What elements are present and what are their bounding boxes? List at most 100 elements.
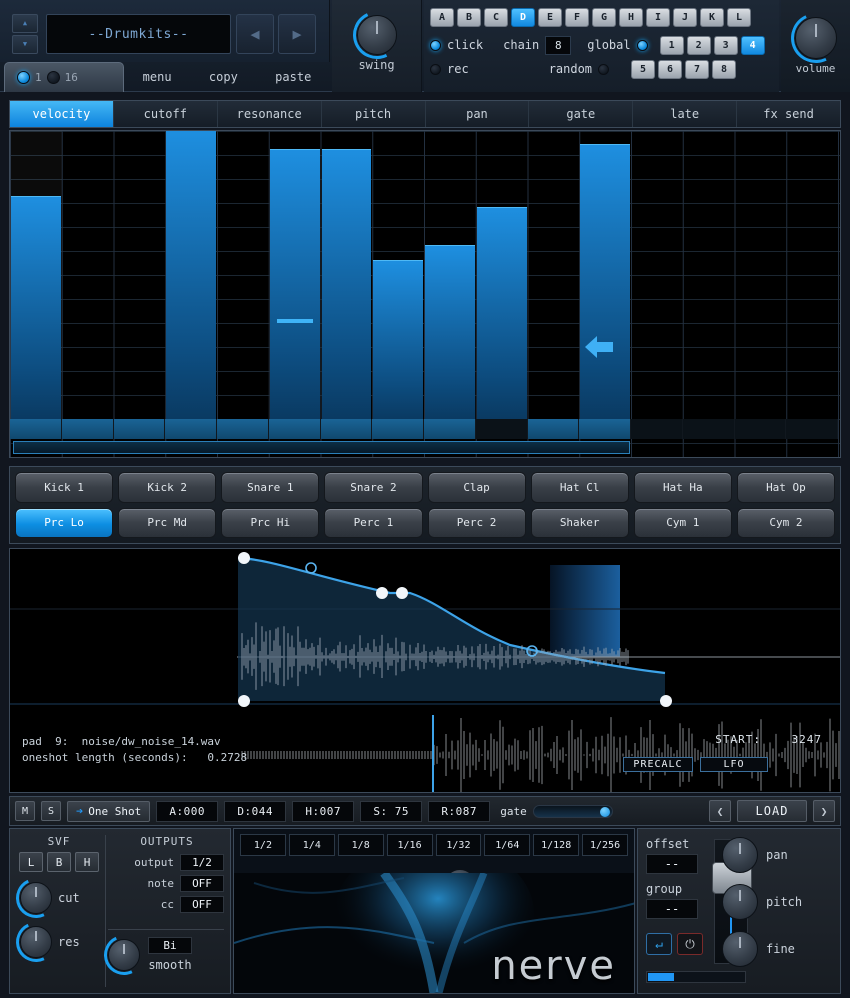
- step-cell-1[interactable]: [10, 131, 62, 419]
- step-cell-4[interactable]: [165, 131, 217, 419]
- paste-button[interactable]: paste: [275, 70, 311, 84]
- bank-button-c[interactable]: C: [484, 8, 508, 27]
- step-toggle-8[interactable]: [372, 419, 424, 439]
- step-toggle-13[interactable]: [631, 419, 683, 439]
- mode-led-16[interactable]: [46, 71, 60, 84]
- pattern-button-8[interactable]: 8: [712, 59, 737, 79]
- pitch-knob[interactable]: [722, 884, 758, 920]
- tab-fx-send[interactable]: fx send: [737, 101, 840, 127]
- pattern-button-1[interactable]: 1: [659, 35, 684, 55]
- step-toggle-14[interactable]: [682, 419, 735, 439]
- pattern-button-5[interactable]: 5: [631, 59, 656, 79]
- tab-gate[interactable]: gate: [529, 101, 634, 127]
- pattern-button-6[interactable]: 6: [658, 59, 683, 79]
- pattern-mode-tab[interactable]: 1 16: [4, 62, 124, 92]
- menu-button[interactable]: menu: [143, 70, 172, 84]
- cut-knob[interactable]: [10, 872, 62, 924]
- step-toggle-16[interactable]: [786, 419, 838, 439]
- bank-button-i[interactable]: I: [646, 8, 670, 27]
- step-cell-9[interactable]: [424, 131, 476, 419]
- division-1-2[interactable]: 1/2: [240, 834, 286, 856]
- step-bar[interactable]: [425, 245, 475, 419]
- step-toggle-11[interactable]: [527, 419, 580, 439]
- group-value[interactable]: --: [646, 899, 698, 919]
- pad-cym-1[interactable]: Cym 1: [633, 507, 732, 538]
- bank-button-k[interactable]: K: [700, 8, 724, 27]
- tab-late[interactable]: late: [633, 101, 738, 127]
- tab-resonance[interactable]: resonance: [217, 101, 322, 127]
- kit-spinner-down[interactable]: ▼: [12, 35, 38, 54]
- horizontal-slider[interactable]: [646, 971, 746, 983]
- step-toggle-4[interactable]: [165, 419, 217, 439]
- click-led[interactable]: [430, 39, 441, 51]
- pad-prc-md[interactable]: Prc Md: [118, 507, 217, 538]
- pad-prc-hi[interactable]: Prc Hi: [221, 507, 320, 538]
- step-toggle-12[interactable]: [579, 419, 631, 439]
- step-cell-7[interactable]: [321, 131, 373, 419]
- tab-pan[interactable]: pan: [425, 101, 530, 127]
- rec-led[interactable]: [430, 63, 441, 75]
- step-cell-6[interactable]: [269, 131, 321, 419]
- mute-button[interactable]: M: [15, 801, 35, 821]
- step-cell-2[interactable]: [62, 131, 114, 419]
- division-1-8[interactable]: 1/8: [337, 834, 384, 856]
- step-bar[interactable]: [11, 195, 61, 419]
- sequencer-bars[interactable]: [10, 131, 840, 419]
- tab-cutoff[interactable]: cutoff: [113, 101, 218, 127]
- lfo-button[interactable]: LFO: [700, 757, 768, 772]
- division-1-128[interactable]: 1/128: [533, 834, 580, 856]
- division-1-32[interactable]: 1/32: [435, 834, 482, 856]
- step-toggle-6[interactable]: [268, 419, 321, 439]
- step-toggle-1[interactable]: [10, 419, 62, 439]
- step-bar[interactable]: [580, 143, 630, 419]
- tab-velocity[interactable]: velocity: [10, 101, 114, 127]
- sustain-field[interactable]: S: 75: [360, 800, 423, 822]
- gate-slider[interactable]: [532, 804, 613, 818]
- division-1-16[interactable]: 1/16: [386, 834, 433, 856]
- step-cell-8[interactable]: [372, 131, 424, 419]
- svf-mode-b[interactable]: B: [47, 852, 71, 872]
- kit-spinner[interactable]: ▲ ▼: [12, 14, 38, 54]
- pattern-button-2[interactable]: 2: [686, 35, 711, 55]
- division-1-4[interactable]: 1/4: [288, 834, 335, 856]
- pad-kick-1[interactable]: Kick 1: [15, 472, 114, 503]
- bank-button-g[interactable]: G: [592, 8, 616, 27]
- step-cell-13[interactable]: [631, 131, 683, 419]
- mode-led-1[interactable]: [17, 71, 30, 84]
- kit-spinner-up[interactable]: ▲: [12, 14, 38, 33]
- step-toggle-3[interactable]: [113, 419, 166, 439]
- global-led[interactable]: [636, 39, 648, 51]
- precalc-button[interactable]: PRECALC: [623, 757, 693, 772]
- reverse-arrow-icon[interactable]: ↵: [646, 933, 672, 955]
- division-1-256[interactable]: 1/256: [582, 834, 628, 856]
- pattern-length-bar[interactable]: [13, 441, 630, 454]
- start-value[interactable]: 3247: [792, 733, 823, 746]
- kit-next-button[interactable]: ▶: [278, 14, 316, 54]
- sample-next-button[interactable]: ❯: [813, 800, 835, 822]
- pad-kick-2[interactable]: Kick 2: [118, 472, 217, 503]
- step-bar[interactable]: [166, 131, 216, 419]
- step-bar[interactable]: [269, 149, 320, 419]
- fine-knob[interactable]: [722, 931, 758, 967]
- bank-button-j[interactable]: J: [673, 8, 697, 27]
- pan-knob[interactable]: [722, 837, 758, 873]
- division-1-64[interactable]: 1/64: [484, 834, 531, 856]
- step-cell-15[interactable]: [735, 131, 787, 419]
- bank-button-d[interactable]: D: [511, 8, 535, 27]
- step-cell-5[interactable]: [217, 131, 269, 419]
- pad-hat-ha[interactable]: Hat Ha: [633, 472, 732, 503]
- step-toggle-15[interactable]: [734, 419, 787, 439]
- pattern-button-7[interactable]: 7: [685, 59, 710, 79]
- bank-button-h[interactable]: H: [619, 8, 643, 27]
- pattern-button-4[interactable]: 4: [740, 35, 765, 55]
- sample-prev-button[interactable]: ❮: [709, 800, 731, 822]
- bank-button-a[interactable]: A: [430, 8, 454, 27]
- pad-cym-2[interactable]: Cym 2: [736, 507, 835, 538]
- waveform-editor[interactable]: pad 9: noise/dw_noise_14.wav oneshot len…: [9, 548, 841, 793]
- step-cell-14[interactable]: [683, 131, 735, 419]
- pad-prc-lo[interactable]: Prc Lo: [15, 507, 114, 538]
- load-button[interactable]: LOAD: [737, 800, 807, 822]
- swing-knob[interactable]: [345, 3, 408, 66]
- bank-button-e[interactable]: E: [538, 8, 562, 27]
- volume-knob[interactable]: [783, 5, 848, 71]
